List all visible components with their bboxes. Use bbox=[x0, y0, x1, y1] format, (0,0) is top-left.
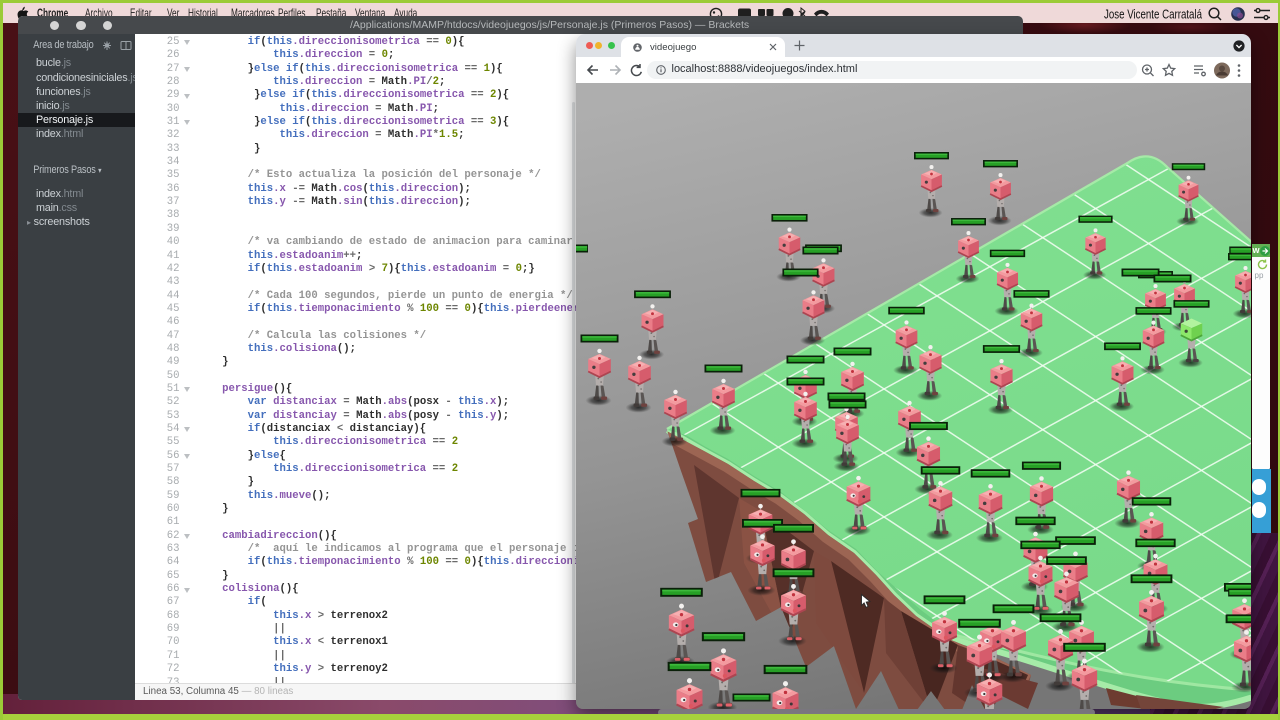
svg-text:Jose Vicente Carratalá: Jose Vicente Carratalá bbox=[1104, 6, 1203, 21]
